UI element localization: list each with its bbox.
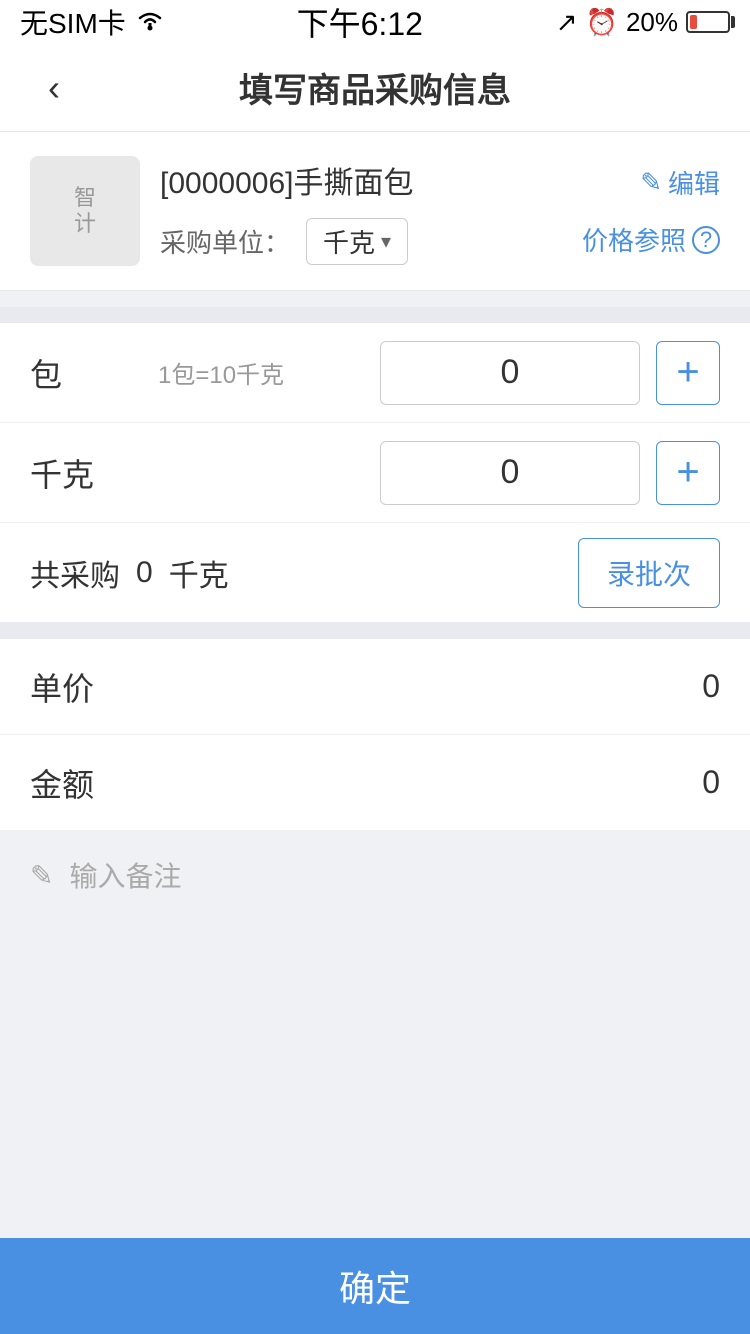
nav-bar: ‹ 填写商品采购信息 [0,44,750,132]
kg-label: 千克 [30,450,150,496]
page-title: 填写商品采购信息 [239,63,511,112]
product-actions: ✎ 编辑 价格参照 ? [582,164,720,258]
pencil-icon: ✎ [30,859,53,892]
total-value: 0 [136,556,153,590]
carrier-text: 无SIM卡 [20,2,126,42]
plus-icon-2: + [676,450,699,495]
section-divider-2 [0,623,750,639]
help-icon: ? [692,226,720,254]
unit-value: 千克 [323,223,375,260]
product-info: [0000006]手撕面包 采购单位： 千克 ▾ [160,158,562,265]
edit-button[interactable]: ✎ 编辑 [640,164,720,201]
bao-sublabel: 1包=10千克 [158,355,284,390]
purchase-unit-label: 采购单位： [160,223,290,260]
total-label: 共采购 [30,551,120,595]
remark-area[interactable]: ✎ 输入备注 [0,831,750,919]
kg-row: 千克 0 + [0,423,750,523]
confirm-button[interactable]: 确定 [0,1238,750,1334]
kg-plus-button[interactable]: + [656,441,720,505]
main-spacer [0,919,750,1219]
unit-price-label: 单价 [30,664,94,710]
product-image: 智 计 [30,156,140,266]
back-arrow-icon: ‹ [48,67,60,109]
section-divider-1 [0,307,750,323]
plus-icon: + [676,350,699,395]
battery-icon [686,11,730,33]
bao-input[interactable]: 0 [380,341,640,405]
kg-input-area: 0 + [150,441,720,505]
bao-input-area: 0 + [284,341,720,405]
price-ref-label: 价格参照 [582,221,686,258]
amount-label: 金额 [30,760,94,806]
back-button[interactable]: ‹ [24,58,84,118]
status-left: 无SIM卡 [20,2,164,42]
amount-value: 0 [702,764,720,801]
battery-pct: 20% [626,7,678,38]
amount-row: 金额 0 [0,735,750,831]
chevron-down-icon: ▾ [381,229,391,254]
status-right: ↗ ⏰ 20% [556,7,730,38]
product-card: 智 计 [0000006]手撕面包 采购单位： 千克 ▾ ✎ 编辑 价格参照 ? [0,132,750,291]
status-bar: 无SIM卡 下午6:12 ↗ ⏰ 20% [0,0,750,44]
edit-icon: ✎ [640,167,662,198]
quantity-section: 包 1包=10千克 0 + 千克 0 + 共采购 0 千克 [0,323,750,623]
wifi-icon [136,6,164,38]
product-meta: 采购单位： 千克 ▾ [160,218,562,265]
product-logo: 智 计 [74,185,96,238]
total-unit: 千克 [169,551,229,595]
bao-row: 包 1包=10千克 0 + [0,323,750,423]
status-time: 下午6:12 [297,0,423,45]
unit-price-value: 0 [702,668,720,705]
location-icon: ↗ [556,7,578,38]
remark-placeholder: 输入备注 [69,855,181,895]
bao-label: 包 [30,350,150,396]
product-name: [0000006]手撕面包 [160,158,562,202]
price-ref-button[interactable]: 价格参照 ? [582,221,720,258]
unit-select[interactable]: 千克 ▾ [306,218,408,265]
kg-input[interactable]: 0 [380,441,640,505]
bao-plus-button[interactable]: + [656,341,720,405]
alarm-icon: ⏰ [586,7,618,38]
total-row: 共采购 0 千克 录批次 [0,523,750,623]
record-batch-button[interactable]: 录批次 [578,538,720,608]
price-section: 单价 0 金额 0 [0,639,750,831]
unit-price-row: 单价 0 [0,639,750,735]
